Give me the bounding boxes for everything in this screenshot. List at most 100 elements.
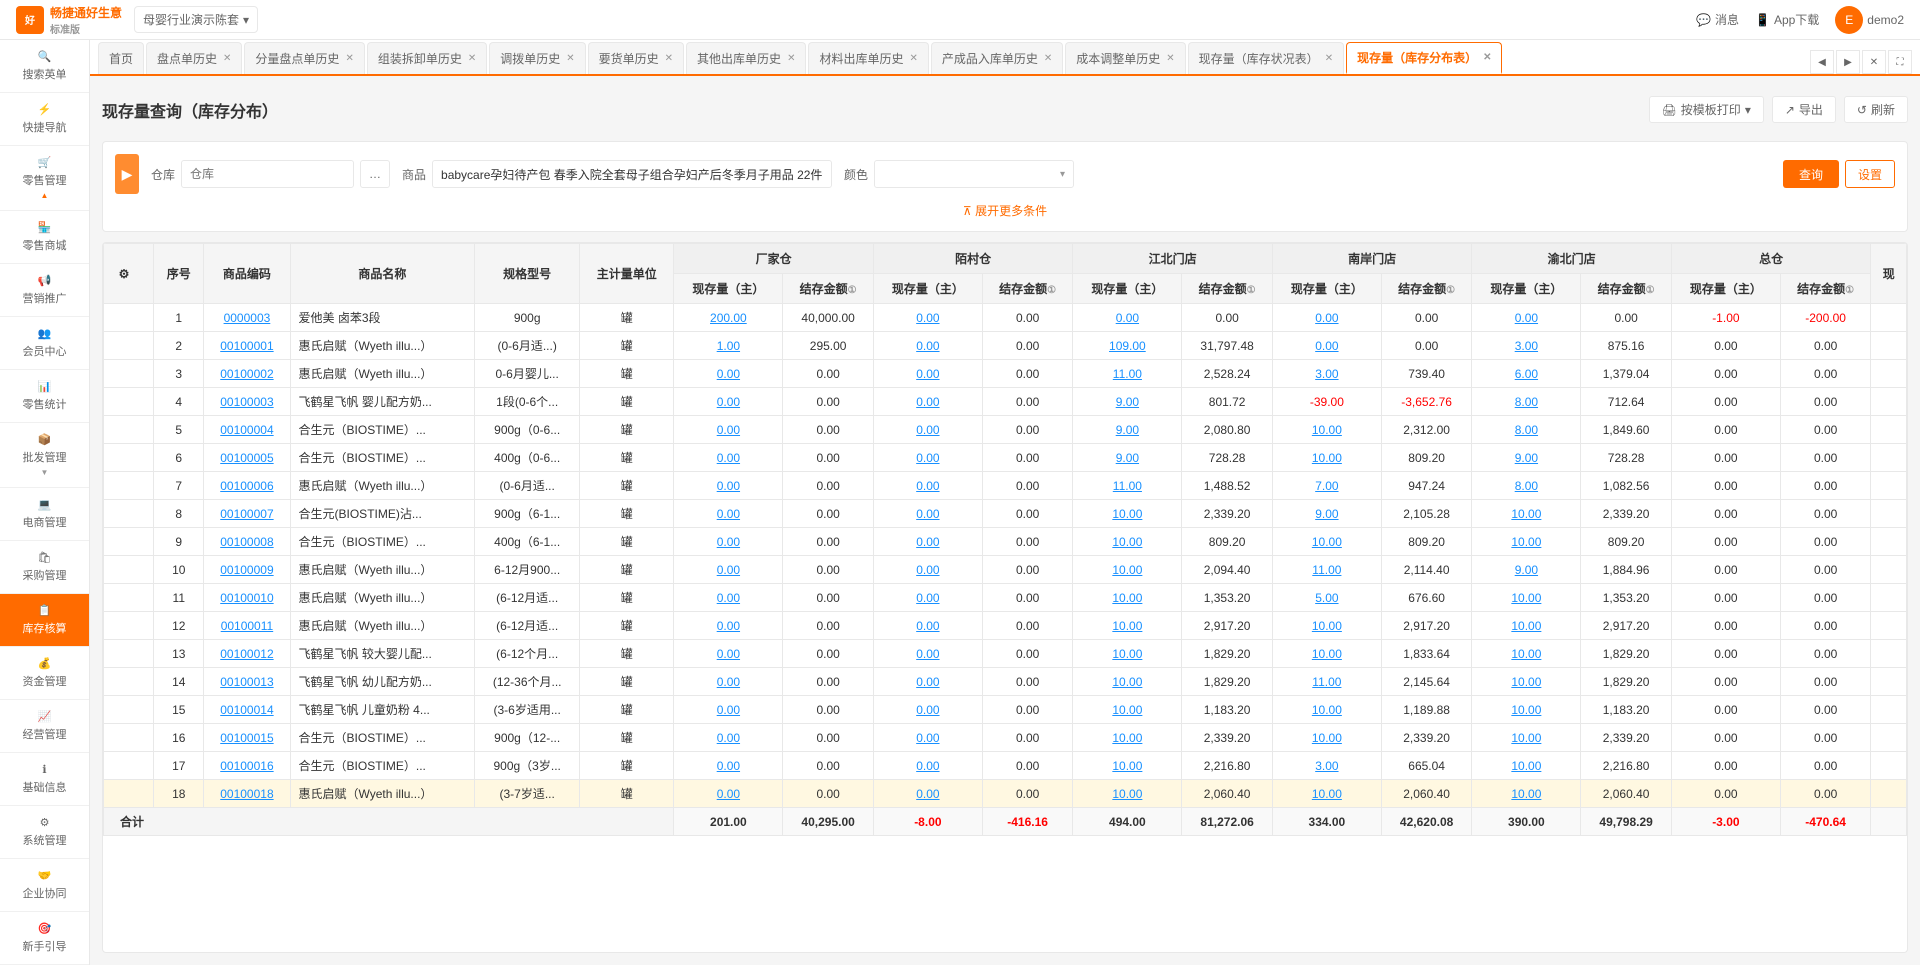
user-area[interactable]: E demo2 (1835, 6, 1904, 34)
sidebar-item-operations[interactable]: 📈 经营管理 (0, 700, 89, 753)
page-content-area: 现存量查询（库存分布） 🖨 按模板打印 ▾ ↗ 导出 ↺ 刷新 (90, 76, 1920, 965)
row-total-qty: 0.00 (1671, 444, 1780, 472)
row-mcn-amt: 0.00 (982, 780, 1073, 808)
tab-close-all-btn[interactable]: ✕ (1862, 50, 1886, 74)
goods-input[interactable] (432, 160, 832, 188)
row-chj-qty: 0.00 (674, 416, 783, 444)
tab-close-icon[interactable]: ✕ (909, 53, 917, 64)
col-group-nbmd: 南岸门店 (1272, 244, 1472, 274)
sidebar-item-retail[interactable]: 🛒 零售管理 ▲ (0, 146, 89, 211)
sidebar-item-ecommerce[interactable]: 💻 电商管理 (0, 488, 89, 541)
message-btn[interactable]: 💬 消息 (1696, 11, 1739, 28)
tab-stock-status[interactable]: 现存量（库存状况表） ✕ (1188, 42, 1344, 74)
table-row: 9 00100008 合生元（BIOSTIME）... 400g（6-1... … (104, 528, 1907, 556)
sidebar-item-retailshop[interactable]: 🏪 零售商城 (0, 211, 89, 264)
sidebar-item-retailstat[interactable]: 📊 零售统计 (0, 370, 89, 423)
row-mcn-amt: 0.00 (982, 724, 1073, 752)
export-btn[interactable]: ↗ 导出 (1772, 96, 1836, 123)
table-row: 18 00100018 惠氏启赋（Wyeth illu...） (3-7岁适..… (104, 780, 1907, 808)
sidebar-item-basic[interactable]: ℹ 基础信息 (0, 753, 89, 806)
tab-close-icon[interactable]: ✕ (1483, 52, 1491, 63)
tab-requisition[interactable]: 要货单历史 ✕ (588, 42, 684, 74)
sidebar-label-member: 会员中心 (23, 343, 67, 359)
tab-close-icon[interactable]: ✕ (1166, 53, 1174, 64)
row-no: 3 (154, 360, 204, 388)
sidebar-item-inventory[interactable]: 📋 库存核算 (0, 594, 89, 647)
row-total-qty: 0.00 (1671, 668, 1780, 696)
tab-sub-inventory[interactable]: 分量盘点单历史 ✕ (244, 42, 364, 74)
row-chj-amt: 0.00 (783, 752, 874, 780)
tab-close-icon[interactable]: ✕ (223, 53, 231, 64)
settings-btn[interactable]: 设置 (1845, 160, 1895, 188)
tab-close-icon[interactable]: ✕ (345, 53, 353, 64)
row-mcn-amt: 0.00 (982, 528, 1073, 556)
tab-cost-adj[interactable]: 成本调整单历史 ✕ (1065, 42, 1185, 74)
tab-inventory-history[interactable]: 盘点单历史 ✕ (146, 42, 242, 74)
sidebar-item-search[interactable]: 🔍 搜索英单 (0, 40, 89, 93)
row-nbmd-qty: 10.00 (1272, 640, 1381, 668)
print-btn[interactable]: 🖨 按模板打印 ▾ (1649, 96, 1764, 123)
table-settings-icon[interactable]: ⚙ (112, 262, 136, 286)
warehouse-input[interactable] (181, 160, 354, 188)
refresh-btn[interactable]: ↺ 刷新 (1844, 96, 1908, 123)
row-total-amt: 0.00 (1780, 584, 1871, 612)
tab-close-icon[interactable]: ✕ (1044, 53, 1052, 64)
color-input[interactable] (874, 160, 1074, 188)
row-code: 0000003 (204, 304, 290, 332)
tab-close-icon[interactable]: ✕ (665, 53, 673, 64)
row-code: 00100013 (204, 668, 290, 696)
query-btn[interactable]: 查询 (1783, 160, 1839, 188)
print-label: 按模板打印 (1681, 101, 1741, 118)
expand-down-icon: ⊼ (963, 204, 972, 218)
sidebar-item-purchase[interactable]: 🛍 采购管理 (0, 541, 89, 594)
row-jbmd-qty: 10.00 (1073, 780, 1182, 808)
sidebar-item-guide[interactable]: 🎯 新手引导 (0, 912, 89, 965)
row-total-qty: 0.00 (1671, 500, 1780, 528)
row-chj-qty: 1.00 (674, 332, 783, 360)
app-icon: 📱 (1755, 13, 1770, 27)
row-ybmd-amt: 2,339.20 (1581, 500, 1672, 528)
row-chj-amt: 0.00 (783, 724, 874, 752)
tab-stock-dist[interactable]: 现存量（库存分布表） ✕ (1346, 42, 1502, 74)
tab-assemble[interactable]: 组装拆卸单历史 ✕ (367, 42, 487, 74)
tab-close-icon[interactable]: ✕ (1325, 53, 1333, 64)
quicknav-icon: ⚡ (38, 103, 52, 116)
table-container[interactable]: ⚙ 序号 商品编码 商品名称 规格型号 主计量单位 厂家仓 陌村仓 江北门店 南… (102, 242, 1908, 953)
expand-conditions-btn[interactable]: ⊼ 展开更多条件 (963, 202, 1047, 219)
tab-next-btn[interactable]: ▶ (1836, 50, 1860, 74)
row-total-amt: 0.00 (1780, 556, 1871, 584)
app-download-btn[interactable]: 📱 App下载 (1755, 11, 1819, 28)
tab-close-icon[interactable]: ✕ (787, 53, 795, 64)
warehouse-dots-btn[interactable]: … (360, 160, 390, 188)
row-mcn-qty: 0.00 (873, 360, 982, 388)
tab-prev-btn[interactable]: ◀ (1810, 50, 1834, 74)
tab-outbound[interactable]: 其他出库单历史 ✕ (686, 42, 806, 74)
industry-select[interactable]: 母婴行业演示陈套 ▾ (134, 6, 258, 33)
sidebar-item-enterprise[interactable]: 🤝 企业协同 (0, 859, 89, 912)
row-name: 惠氏启赋（Wyeth illu...） (290, 556, 475, 584)
row-jbmd-qty: 11.00 (1073, 472, 1182, 500)
sidebar-item-quicknav[interactable]: ⚡ 快捷导航 (0, 93, 89, 146)
row-total-qty: 0.00 (1671, 360, 1780, 388)
tab-home[interactable]: 首页 (98, 42, 144, 74)
tab-material-out[interactable]: 材料出库单历史 ✕ (808, 42, 928, 74)
row-mcn-qty: 0.00 (873, 752, 982, 780)
tab-close-icon[interactable]: ✕ (566, 53, 574, 64)
tab-maximize-btn[interactable]: ⛶ (1888, 50, 1912, 74)
tab-product-in[interactable]: 产成品入库单历史 ✕ (931, 42, 1063, 74)
col-mcn-amt: 结存金额① (982, 274, 1073, 304)
row-jbmd-amt: 2,060.40 (1182, 780, 1273, 808)
row-settings (104, 696, 154, 724)
sidebar-item-marketing[interactable]: 📢 营销推广 (0, 264, 89, 317)
row-code: 00100011 (204, 612, 290, 640)
tab-close-icon[interactable]: ✕ (468, 53, 476, 64)
col-chj-qty: 现存量（主） (674, 274, 783, 304)
tab-transfer[interactable]: 调拨单历史 ✕ (489, 42, 585, 74)
sidebar-item-finance[interactable]: 💰 资金管理 (0, 647, 89, 700)
row-chj-qty: 0.00 (674, 612, 783, 640)
row-chj-amt: 0.00 (783, 668, 874, 696)
sidebar-item-system[interactable]: ⚙ 系统管理 (0, 806, 89, 859)
filter-arrow-btn[interactable]: ▶ (115, 154, 139, 194)
sidebar-item-member[interactable]: 👥 会员中心 (0, 317, 89, 370)
sidebar-item-wholesale[interactable]: 📦 批发管理 ▼ (0, 423, 89, 488)
